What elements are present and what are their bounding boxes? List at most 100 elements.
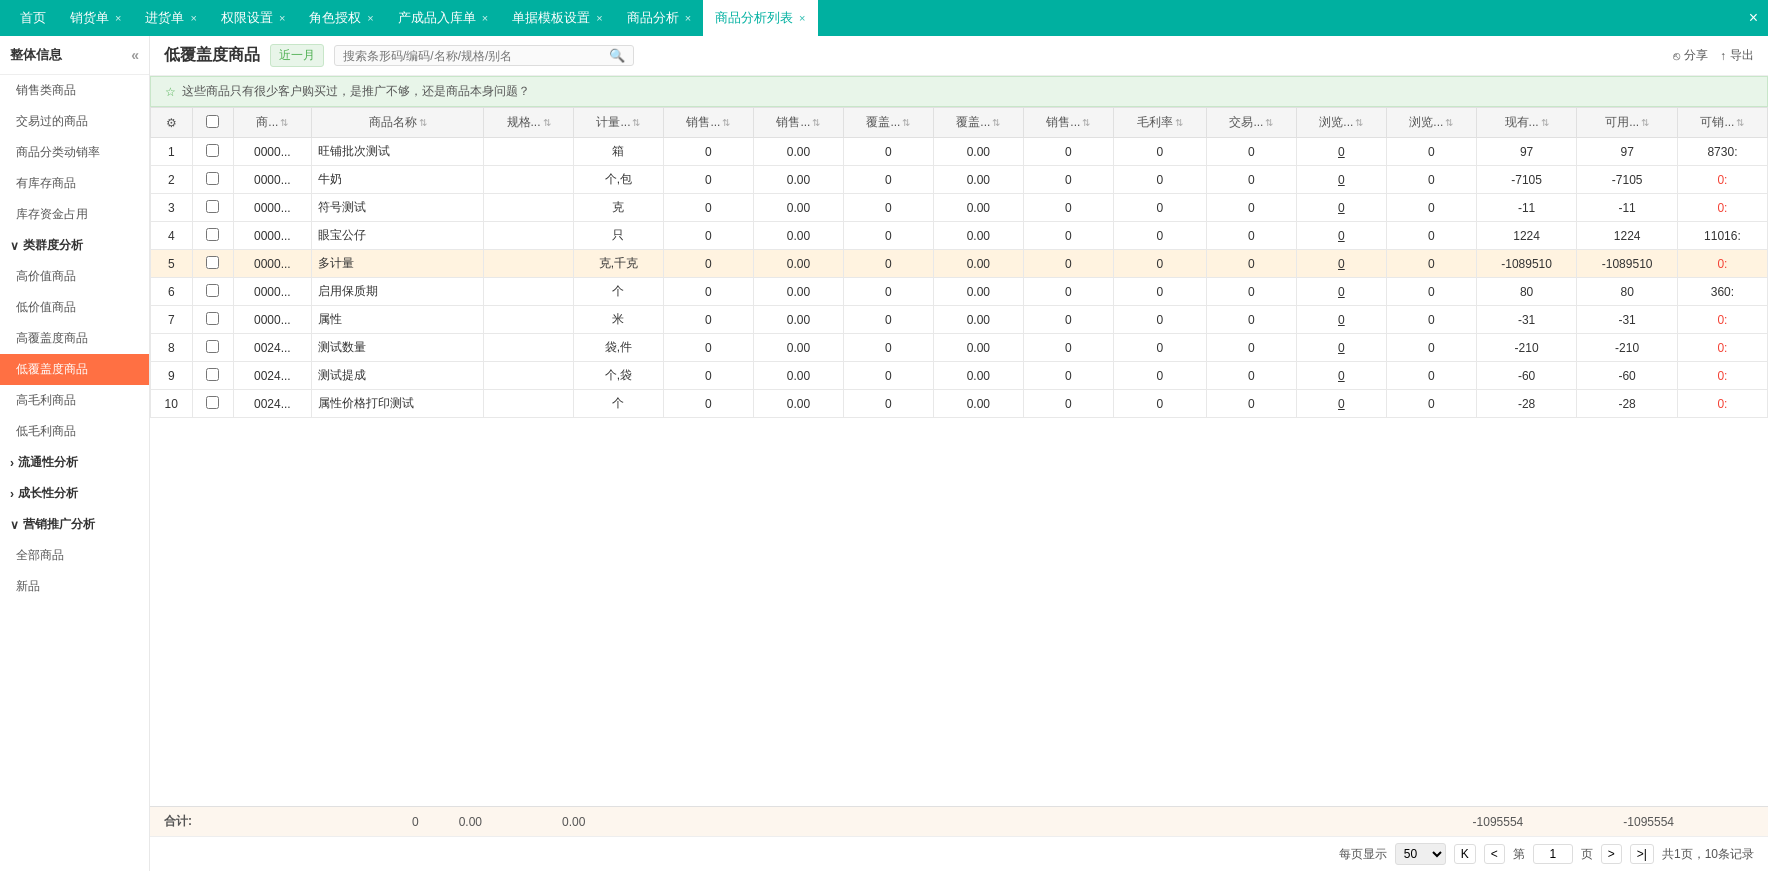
sidebar-item-sales-products[interactable]: 销售类商品 <box>0 75 149 106</box>
col-transactions[interactable]: 交易...⇅ <box>1206 108 1296 138</box>
row-views1[interactable]: 0 <box>1296 222 1386 250</box>
close-permissions-tab[interactable]: × <box>279 12 285 24</box>
page-size-label: 每页显示 <box>1339 846 1387 863</box>
nav-tab-roles[interactable]: 角色授权 × <box>297 0 385 36</box>
nav-tab-purchase[interactable]: 进货单 × <box>133 0 208 36</box>
row-views1[interactable]: 0 <box>1296 194 1386 222</box>
close-purchase-tab[interactable]: × <box>190 12 196 24</box>
nav-tab-sales[interactable]: 销货单 × <box>58 0 133 36</box>
first-page-button[interactable]: K <box>1454 844 1476 864</box>
nav-tab-finished-goods[interactable]: 产成品入库单 × <box>386 0 500 36</box>
sidebar-section-growth[interactable]: › 成长性分析 <box>0 478 149 509</box>
row-sales-days: 0 <box>1023 166 1113 194</box>
row-views1[interactable]: 0 <box>1296 362 1386 390</box>
row-views1[interactable]: 0 <box>1296 138 1386 166</box>
row-checkbox[interactable] <box>192 222 233 250</box>
next-page-button[interactable]: > <box>1601 844 1622 864</box>
row-views1[interactable]: 0 <box>1296 250 1386 278</box>
sidebar-item-new-products[interactable]: 新品 <box>0 571 149 602</box>
row-views1[interactable]: 0 <box>1296 278 1386 306</box>
col-coverage1[interactable]: 覆盖...⇅ <box>843 108 933 138</box>
row-transactions: 0 <box>1206 166 1296 194</box>
row-sales-days: 0 <box>1023 334 1113 362</box>
sidebar-item-inventory-capital[interactable]: 库存资金占用 <box>0 199 149 230</box>
row-cov2: 0.00 <box>933 362 1023 390</box>
col-settings[interactable]: ⚙ <box>151 108 193 138</box>
row-checkbox[interactable] <box>192 362 233 390</box>
time-filter-button[interactable]: 近一月 <box>270 44 324 67</box>
close-template-settings-tab[interactable]: × <box>596 12 602 24</box>
col-spec[interactable]: 规格...⇅ <box>484 108 574 138</box>
col-available[interactable]: 可用...⇅ <box>1577 108 1678 138</box>
nav-tab-product-analysis-list[interactable]: 商品分析列表 × <box>703 0 817 36</box>
col-code[interactable]: 商...⇅ <box>233 108 311 138</box>
row-code: 0000... <box>233 222 311 250</box>
nav-tab-template-settings[interactable]: 单据模板设置 × <box>500 0 614 36</box>
select-all-checkbox[interactable] <box>206 115 219 128</box>
page-number-input[interactable] <box>1533 844 1573 864</box>
close-roles-tab[interactable]: × <box>367 12 373 24</box>
sidebar-item-traded-products[interactable]: 交易过的商品 <box>0 106 149 137</box>
close-finished-goods-tab[interactable]: × <box>482 12 488 24</box>
row-checkbox[interactable] <box>192 250 233 278</box>
sidebar-item-low-value[interactable]: 低价值商品 <box>0 292 149 323</box>
col-coverage2[interactable]: 覆盖...⇅ <box>933 108 1023 138</box>
row-code: 0000... <box>233 194 311 222</box>
table-row: 6 0000... 启用保质期 个 0 0.00 0 0.00 0 0 0 0 … <box>151 278 1768 306</box>
row-checkbox[interactable] <box>192 194 233 222</box>
share-button[interactable]: ⎋ 分享 <box>1673 47 1708 64</box>
close-product-analysis-tab[interactable]: × <box>685 12 691 24</box>
row-gross-margin: 0 <box>1113 250 1206 278</box>
sidebar-section-marketing[interactable]: ∨ 营销推广分析 <box>0 509 149 540</box>
row-sales-qty: 0 <box>663 194 753 222</box>
row-views1[interactable]: 0 <box>1296 166 1386 194</box>
row-views1[interactable]: 0 <box>1296 306 1386 334</box>
prev-page-button[interactable]: < <box>1484 844 1505 864</box>
sidebar-collapse-button[interactable]: « <box>131 47 139 63</box>
col-sales-days[interactable]: 销售...⇅ <box>1023 108 1113 138</box>
close-product-analysis-list-tab[interactable]: × <box>799 12 805 24</box>
col-sales-amt[interactable]: 销售...⇅ <box>753 108 843 138</box>
row-checkbox[interactable] <box>192 334 233 362</box>
row-checkbox[interactable] <box>192 138 233 166</box>
col-views1[interactable]: 浏览...⇅ <box>1296 108 1386 138</box>
sidebar-section-group-analysis[interactable]: ∨ 类群度分析 <box>0 230 149 261</box>
row-checkbox[interactable] <box>192 278 233 306</box>
row-checkbox[interactable] <box>192 390 233 418</box>
footer-sales-qty: 0 <box>412 815 419 829</box>
row-checkbox[interactable] <box>192 306 233 334</box>
sidebar-item-stocked-products[interactable]: 有库存商品 <box>0 168 149 199</box>
nav-tab-product-analysis[interactable]: 商品分析 × <box>615 0 703 36</box>
row-views1[interactable]: 0 <box>1296 390 1386 418</box>
col-checkbox[interactable] <box>192 108 233 138</box>
col-views2[interactable]: 浏览...⇅ <box>1386 108 1476 138</box>
col-unit[interactable]: 计量...⇅ <box>574 108 664 138</box>
nav-tab-permissions[interactable]: 权限设置 × <box>209 0 297 36</box>
sidebar-item-high-margin[interactable]: 高毛利商品 <box>0 385 149 416</box>
sidebar-item-category-turnover[interactable]: 商品分类动销率 <box>0 137 149 168</box>
col-name[interactable]: 商品名称⇅ <box>312 108 484 138</box>
col-current-stock[interactable]: 现有...⇅ <box>1476 108 1577 138</box>
col-sellable[interactable]: 可销...⇅ <box>1677 108 1767 138</box>
search-input[interactable] <box>343 49 609 63</box>
sidebar-item-low-coverage[interactable]: 低覆盖度商品 <box>0 354 149 385</box>
close-sales-tab[interactable]: × <box>115 12 121 24</box>
col-sales-qty[interactable]: 销售...⇅ <box>663 108 753 138</box>
last-page-button[interactable]: >| <box>1630 844 1654 864</box>
row-views1[interactable]: 0 <box>1296 334 1386 362</box>
sidebar-item-all-products[interactable]: 全部商品 <box>0 540 149 571</box>
col-gross-margin[interactable]: 毛利率⇅ <box>1113 108 1206 138</box>
close-all-tabs[interactable]: × <box>1749 9 1758 27</box>
row-sales-amt: 0.00 <box>753 138 843 166</box>
row-code: 0000... <box>233 250 311 278</box>
nav-tab-home[interactable]: 首页 <box>8 0 58 36</box>
page-size-select[interactable]: 50 20 100 <box>1395 843 1446 865</box>
sidebar-section-circulation[interactable]: › 流通性分析 <box>0 447 149 478</box>
row-unit: 个 <box>574 390 664 418</box>
sidebar-item-high-value[interactable]: 高价值商品 <box>0 261 149 292</box>
export-button[interactable]: ↑ 导出 <box>1720 47 1754 64</box>
row-checkbox[interactable] <box>192 166 233 194</box>
sidebar-item-low-margin[interactable]: 低毛利商品 <box>0 416 149 447</box>
row-cov2: 0.00 <box>933 390 1023 418</box>
sidebar-item-high-coverage[interactable]: 高覆盖度商品 <box>0 323 149 354</box>
